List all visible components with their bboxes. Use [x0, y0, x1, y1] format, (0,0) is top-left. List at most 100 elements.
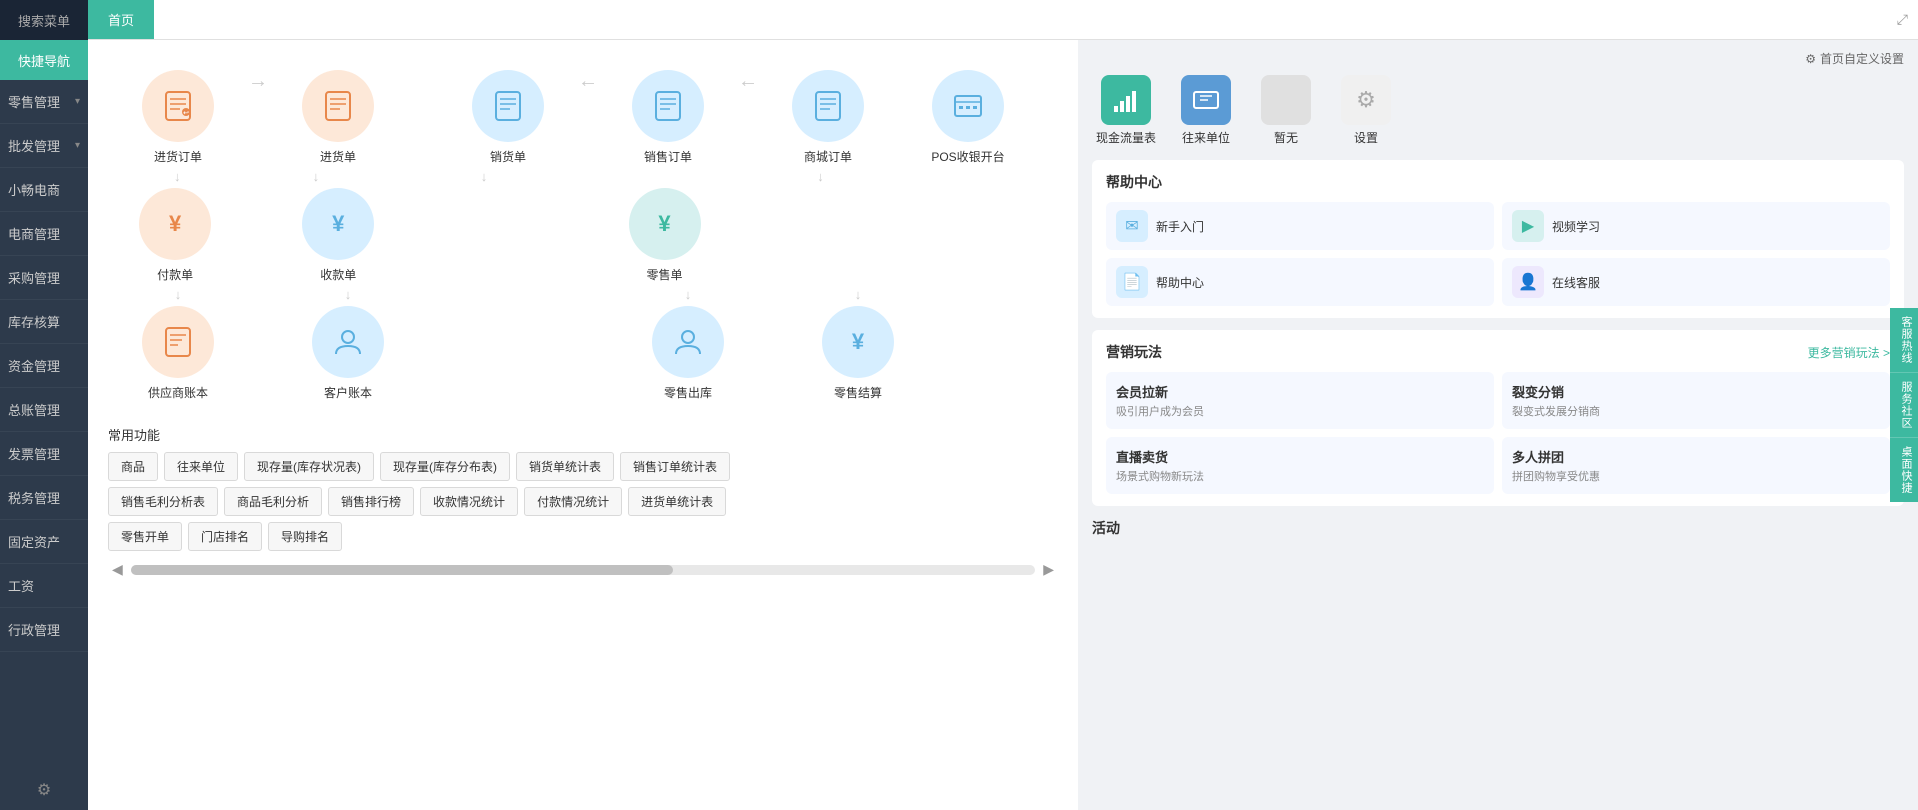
right-panel: ⚙ 首页自定义设置 现金流量表 往来单位 — [1078, 40, 1918, 810]
sidebar-item-salary[interactable]: 工资 — [0, 564, 88, 608]
btn-sales-profit[interactable]: 销售毛利分析表 — [108, 487, 218, 516]
arrow-h3: ← — [738, 70, 758, 93]
sidebar-item-tax[interactable]: 税务管理 — [0, 476, 88, 520]
btn-purchase-stat[interactable]: 进货单统计表 — [628, 487, 726, 516]
customize-label: 首页自定义设置 — [1820, 50, 1904, 67]
node-payment[interactable]: ¥ 付款单 — [108, 188, 242, 283]
btn-goods-profit[interactable]: 商品毛利分析 — [224, 487, 322, 516]
icon-settings[interactable]: ⚙ 设置 — [1332, 75, 1400, 146]
icon-units[interactable]: 往来单位 — [1172, 75, 1240, 146]
sidebar-item-assets[interactable]: 固定资产 — [0, 520, 88, 564]
btn-retail-order[interactable]: 零售开单 — [108, 522, 182, 551]
sidebar-item-invoice[interactable]: 发票管理 — [0, 432, 88, 476]
gear-icon: ⚙ — [1805, 52, 1816, 66]
node-pos[interactable]: POS收银开台 — [898, 70, 1038, 165]
help-grid: ✉ 新手入门 ▶ 视频学习 📄 帮助中心 👤 在线客服 — [1106, 202, 1890, 306]
node-sales-order[interactable]: 销售订单 — [598, 70, 738, 165]
btn-payment-stat[interactable]: 付款情况统计 — [524, 487, 622, 516]
arrow-h1: → — [248, 70, 268, 93]
activity-section: 活动 — [1092, 518, 1904, 538]
sidebar-item-admin[interactable]: 行政管理 — [0, 608, 88, 652]
quick-icon-grid: 现金流量表 往来单位 暂无 ⚙ 设置 — [1092, 75, 1904, 146]
float-btn-desktop[interactable]: 桌面快捷 — [1890, 437, 1918, 502]
btn-goods[interactable]: 商品 — [108, 452, 158, 481]
scrollbar-row: ◀ ▶ — [108, 559, 1058, 580]
node-purchase-bill[interactable]: 进货单 — [268, 70, 408, 165]
icon-cashflow[interactable]: 现金流量表 — [1092, 75, 1160, 146]
marketing-title: 营销玩法 — [1106, 342, 1162, 362]
expand-button[interactable]: ⤢ — [1887, 11, 1918, 28]
content-area: ↩ 进货订单 → 进货单 — [88, 40, 1918, 810]
scroll-track[interactable] — [131, 565, 1035, 575]
common-functions: 常用功能 商品 往来单位 现存量(库存状况表) 现存量(库存分布表) 销货单统计… — [108, 425, 1058, 551]
help-item-service[interactable]: 👤 在线客服 — [1502, 258, 1890, 306]
marketing-more[interactable]: 更多营销玩法 > — [1808, 344, 1890, 361]
help-center-title: 帮助中心 — [1106, 172, 1890, 192]
btn-stock-status[interactable]: 现存量(库存状况表) — [244, 452, 374, 481]
v-arrow-3: ↓ — [415, 169, 554, 184]
sidebar-quicknav[interactable]: 快捷导航 — [0, 40, 88, 80]
btn-stock-dist[interactable]: 现存量(库存分布表) — [380, 452, 510, 481]
sidebar-settings-icon[interactable]: ⚙ — [0, 770, 88, 810]
marketing-group[interactable]: 多人拼团 拼团购物享受优惠 — [1502, 437, 1890, 494]
node-sales-bill[interactable]: 销货单 — [438, 70, 578, 165]
sidebar-item-purchase[interactable]: 采购管理 — [0, 256, 88, 300]
help-item-help[interactable]: 📄 帮助中心 — [1106, 258, 1494, 306]
node-retail-bill[interactable]: ¥ 零售单 — [597, 188, 731, 283]
btn-sales-stat[interactable]: 销货单统计表 — [516, 452, 614, 481]
v-arrow-7: ↓ — [108, 287, 248, 302]
v-arrow-1: ↓ — [108, 169, 247, 184]
btn-guide-rank[interactable]: 导购排名 — [268, 522, 342, 551]
sidebar-item-ecom[interactable]: 电商管理 — [0, 212, 88, 256]
float-btn-service[interactable]: 客服热线 — [1890, 308, 1918, 372]
sidebar: 搜索菜单 快捷导航 零售管理▾ 批发管理▾ 小畅电商 电商管理 采购管理 库存核… — [0, 0, 88, 810]
help-center-card: 帮助中心 ✉ 新手入门 ▶ 视频学习 📄 帮助中心 👤 — [1092, 160, 1904, 318]
sidebar-item-retail[interactable]: 零售管理▾ — [0, 80, 88, 124]
svg-text:↩: ↩ — [183, 110, 189, 117]
flow-panel: ↩ 进货订单 → 进货单 — [88, 40, 1078, 810]
v-arrow-6 — [919, 169, 1058, 184]
main-area: 首页 ⤢ ↩ 进货订单 → — [88, 0, 1918, 810]
scroll-left[interactable]: ◀ — [108, 559, 127, 580]
icon-empty[interactable]: 暂无 — [1252, 75, 1320, 146]
marketing-member[interactable]: 会员拉新 吸引用户成为会员 — [1106, 372, 1494, 429]
marketing-fission[interactable]: 裂变分销 裂变式发展分销商 — [1502, 372, 1890, 429]
btn-store-rank[interactable]: 门店排名 — [188, 522, 262, 551]
node-receipt[interactable]: ¥ 收款单 — [271, 188, 405, 283]
help-item-beginner[interactable]: ✉ 新手入门 — [1106, 202, 1494, 250]
help-item-video[interactable]: ▶ 视频学习 — [1502, 202, 1890, 250]
btn-units[interactable]: 往来单位 — [164, 452, 238, 481]
common-buttons-row3: 零售开单 门店排名 导购排名 — [108, 522, 1058, 551]
flow-diagram: ↩ 进货订单 → 进货单 — [108, 60, 1058, 415]
btn-sales-order-stat[interactable]: 销售订单统计表 — [620, 452, 730, 481]
node-retail-outbound[interactable]: 零售出库 — [618, 306, 758, 401]
sidebar-item-xce[interactable]: 小畅电商 — [0, 168, 88, 212]
common-title: 常用功能 — [108, 425, 1058, 444]
activity-title: 活动 — [1092, 518, 1904, 538]
node-supplier-ledger[interactable]: 供应商账本 — [108, 306, 248, 401]
btn-sales-rank[interactable]: 销售排行榜 — [328, 487, 414, 516]
node-retail-settlement[interactable]: ¥ 零售结算 — [788, 306, 928, 401]
node-purchase-order[interactable]: ↩ 进货订单 — [108, 70, 248, 165]
customize-settings[interactable]: ⚙ 首页自定义设置 — [1092, 50, 1904, 67]
sidebar-search[interactable]: 搜索菜单 — [0, 0, 88, 40]
float-btn-community[interactable]: 服务社区 — [1890, 372, 1918, 437]
sidebar-item-finance[interactable]: 资金管理 — [0, 344, 88, 388]
btn-receipt-stat[interactable]: 收款情况统计 — [420, 487, 518, 516]
v-arrow-4 — [583, 169, 722, 184]
sidebar-item-wholesale[interactable]: 批发管理▾ — [0, 124, 88, 168]
v-arrow-5: ↓ — [751, 169, 890, 184]
v-arrow-10: ↓ — [788, 287, 928, 302]
tab-home[interactable]: 首页 — [88, 0, 154, 39]
node-customer-ledger[interactable]: 客户账本 — [278, 306, 418, 401]
scroll-right[interactable]: ▶ — [1039, 559, 1058, 580]
node-mall-order[interactable]: 商城订单 — [758, 70, 898, 165]
marketing-header: 营销玩法 更多营销玩法 > — [1106, 342, 1890, 362]
marketing-card: 营销玩法 更多营销玩法 > 会员拉新 吸引用户成为会员 裂变分销 裂变式发展分销… — [1092, 330, 1904, 506]
common-buttons-row2: 销售毛利分析表 商品毛利分析 销售排行榜 收款情况统计 付款情况统计 进货单统计… — [108, 487, 1058, 516]
sidebar-item-inventory[interactable]: 库存核算 — [0, 300, 88, 344]
v-arrow-8: ↓ — [278, 287, 418, 302]
marketing-live[interactable]: 直播卖货 场景式购物新玩法 — [1106, 437, 1494, 494]
sidebar-item-ledger[interactable]: 总账管理 — [0, 388, 88, 432]
tabbar: 首页 ⤢ — [88, 0, 1918, 40]
